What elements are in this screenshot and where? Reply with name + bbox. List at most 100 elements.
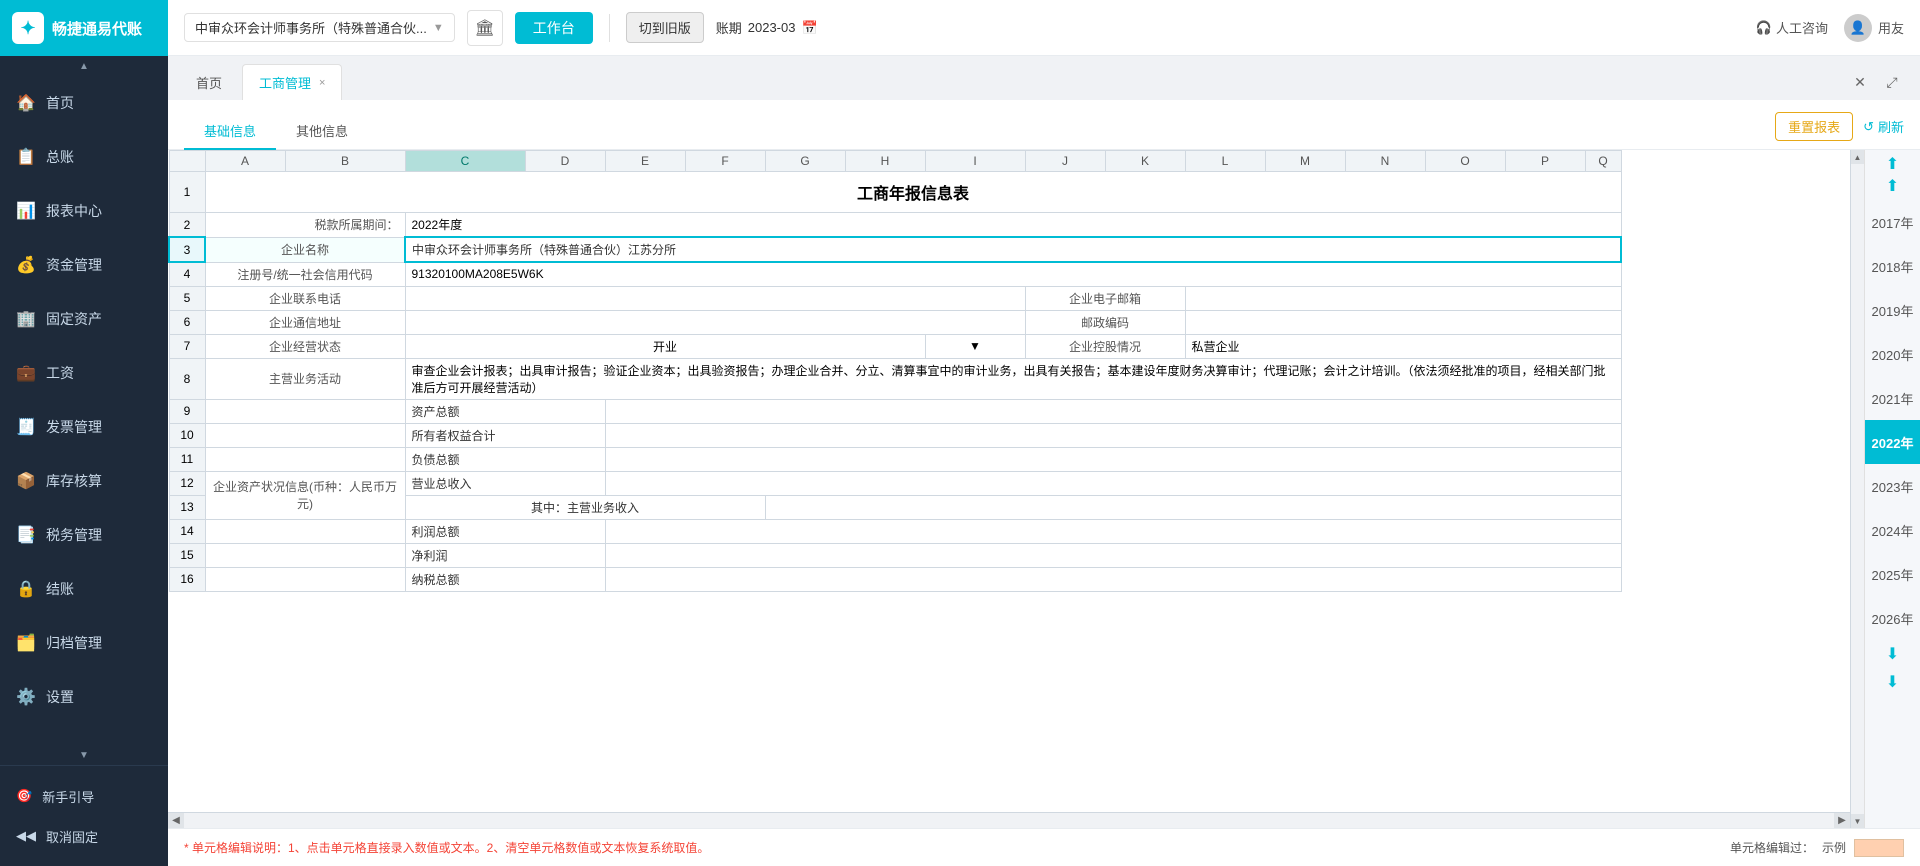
col-header-O[interactable]: O [1425,151,1505,172]
cell-7-status[interactable]: 开业 [405,334,925,358]
sidebar-scroll-down-btn[interactable]: ▼ [0,745,168,765]
sidebar-unpin[interactable]: ◀◀ 取消固定 [0,816,168,856]
year-2022[interactable]: 2022年 [1865,420,1920,464]
spreadsheet-table-wrapper[interactable]: A B C D E F G H I J [168,150,1850,812]
cell-2-value[interactable]: 2022年度 [405,213,1621,238]
cell-15-value[interactable] [605,543,1621,567]
row-num-14: 14 [169,519,205,543]
maximize-window-btn[interactable]: ⤢ [1880,70,1904,94]
content-area: 首页 工商管理 × ✕ ⤢ 基础信息 其他信息 重置报表 ↺ 刷新 [168,56,1920,866]
col-header-G[interactable]: G [765,151,845,172]
col-header-M[interactable]: M [1265,151,1345,172]
ledger-icon: 📋 [16,147,36,167]
year-nav-down2-icon[interactable]: ⬇ [1886,668,1899,696]
sub-tab-other-info[interactable]: 其他信息 [276,113,368,150]
year-2018[interactable]: 2018年 [1865,244,1920,288]
reset-report-button[interactable]: 重置报表 [1775,112,1853,141]
cell-5-phone[interactable] [405,286,1025,310]
cell-3-value[interactable]: 中审众环会计师事务所（特殊普通合伙）江苏分所 [405,237,1621,262]
sidebar-item-tax[interactable]: 📑 税务管理 [0,508,168,562]
col-header-C[interactable]: C [405,151,525,172]
year-2017[interactable]: 2017年 [1865,200,1920,244]
table-row: 14 利润总额 [169,519,1621,543]
tab-home[interactable]: 首页 [180,64,238,100]
company-manage-icon-btn[interactable]: 🏛 [467,10,503,46]
col-header-Q[interactable]: Q [1585,151,1621,172]
sidebar-item-close[interactable]: 🔒 结账 [0,562,168,616]
user-menu[interactable]: 👤 用友 [1844,14,1904,42]
sidebar-item-invoice[interactable]: 🧾 发票管理 [0,400,168,454]
year-2023[interactable]: 2023年 [1865,464,1920,508]
year-nav-down-icon[interactable]: ⬇ [1886,640,1899,668]
col-header-K[interactable]: K [1105,151,1185,172]
cell-12-value[interactable] [605,471,1621,495]
col-header-E[interactable]: E [605,151,685,172]
cell-7-holding[interactable]: 私营企业 [1185,334,1621,358]
year-2020[interactable]: 2020年 [1865,332,1920,376]
year-nav-up2-icon[interactable]: ⬆ [1886,176,1899,196]
col-header-H[interactable]: H [845,151,925,172]
scroll-track[interactable] [184,813,1834,828]
year-nav-up-icon[interactable]: ⬆ [1886,154,1899,174]
col-header-J[interactable]: J [1025,151,1105,172]
tab-close-icon[interactable]: × [319,77,325,89]
old-version-button[interactable]: 切到旧版 [626,12,704,43]
sub-tab-basic-info[interactable]: 基础信息 [184,113,276,150]
scroll-left-btn[interactable]: ◀ [168,813,184,829]
title-cell[interactable]: 工商年报信息表 [205,172,1621,213]
scroll-right-btn[interactable]: ▶ [1834,813,1850,829]
sidebar-item-settings[interactable]: ⚙️ 设置 [0,670,168,724]
sidebar-item-report[interactable]: 📊 报表中心 [0,184,168,238]
year-2025[interactable]: 2025年 [1865,552,1920,596]
cell-10-value[interactable] [605,423,1621,447]
workbench-button[interactable]: 工作台 [515,12,593,44]
col-header-B[interactable]: B [285,151,405,172]
sidebar-item-inventory[interactable]: 📦 库存核算 [0,454,168,508]
sidebar-item-fund[interactable]: 💰 资金管理 [0,238,168,292]
scroll-up-btn[interactable]: ▲ [1851,150,1864,164]
year-2019[interactable]: 2019年 [1865,288,1920,332]
cell-5-email[interactable] [1185,286,1621,310]
company-selector[interactable]: 中审众环会计师事务所（特殊普通合伙... ▼ [184,13,455,42]
close-window-btn[interactable]: ✕ [1848,70,1872,94]
col-header-P[interactable]: P [1505,151,1585,172]
scroll-track-vert[interactable] [1851,164,1864,814]
horizontal-scrollbar[interactable]: ◀ ▶ [168,812,1850,828]
year-2024[interactable]: 2024年 [1865,508,1920,552]
scroll-down-btn[interactable]: ▼ [1851,814,1864,828]
sidebar-item-home[interactable]: 🏠 首页 [0,76,168,130]
cell-9-value[interactable] [605,399,1621,423]
sidebar-item-assets[interactable]: 🏢 固定资产 [0,292,168,346]
refresh-button[interactable]: ↺ 刷新 [1863,117,1904,136]
headset-icon: 🎧 [1756,20,1772,36]
tab-business-management[interactable]: 工商管理 × [242,64,342,100]
year-2026[interactable]: 2026年 [1865,596,1920,640]
col-header-N[interactable]: N [1345,151,1425,172]
sidebar-item-archive[interactable]: 🗂️ 归档管理 [0,616,168,670]
year-2021[interactable]: 2021年 [1865,376,1920,420]
cell-16-value[interactable] [605,567,1621,591]
col-header-A[interactable]: A [205,151,285,172]
page-content: 基础信息 其他信息 重置报表 ↺ 刷新 [168,100,1920,866]
cell-13-value[interactable] [765,495,1621,519]
cell-8-business[interactable]: 审查企业会计报表；出具审计报告；验证企业资本；出具验资报告；办理企业合并、分立、… [405,358,1621,399]
cell-14-value[interactable] [605,519,1621,543]
cell-6-addr[interactable] [405,310,1025,334]
service-button[interactable]: 🎧 人工咨询 [1756,18,1828,37]
col-header-F[interactable]: F [685,151,765,172]
sidebar-scroll-up-btn[interactable]: ▲ [0,56,168,76]
cell-11-value[interactable] [605,447,1621,471]
cell-4-value[interactable]: 91320100MA208E5W6K [405,262,1621,286]
calendar-icon[interactable]: 📅 [801,20,817,36]
col-header-L[interactable]: L [1185,151,1265,172]
col-header-I[interactable]: I [925,151,1025,172]
cell-6-postal[interactable] [1185,310,1621,334]
sidebar-item-ledger[interactable]: 📋 总账 [0,130,168,184]
cell-7-dropdown-arrow[interactable]: ▼ [925,334,1025,358]
col-header-D[interactable]: D [525,151,605,172]
sidebar-item-salary[interactable]: 💼 工资 [0,346,168,400]
sidebar-item-label: 设置 [46,687,74,707]
period-display: 账期 2023-03 📅 [716,18,818,37]
sidebar-newbie-guide[interactable]: 🎯 新手引导 [0,776,168,816]
vertical-scrollbar[interactable]: ▲ ▼ [1850,150,1864,828]
